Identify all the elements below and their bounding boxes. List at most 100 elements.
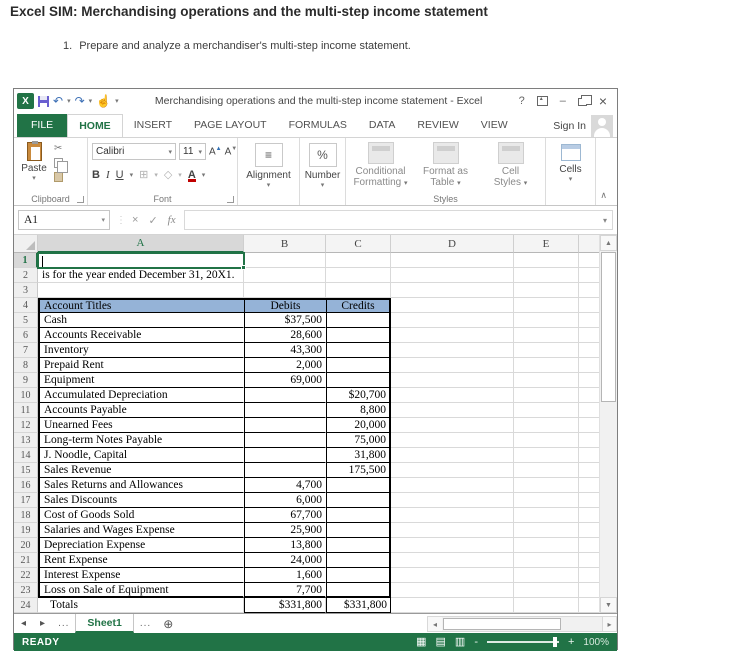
cell-D9[interactable] <box>391 373 514 388</box>
cell-B16[interactable]: 4,700 <box>244 478 326 493</box>
cell-C6[interactable] <box>326 328 391 343</box>
cell-D23[interactable] <box>391 583 514 598</box>
row-header-4[interactable]: 4 <box>14 298 38 313</box>
vertical-scrollbar[interactable]: ▲ ▼ <box>599 235 617 613</box>
save-icon[interactable] <box>38 95 49 107</box>
fill-color-dropdown-icon[interactable]: ▾ <box>178 171 182 179</box>
row-header-12[interactable]: 12 <box>14 418 38 433</box>
cell-D14[interactable] <box>391 448 514 463</box>
cell-C18[interactable] <box>326 508 391 523</box>
cell-D11[interactable] <box>391 403 514 418</box>
tab-file[interactable]: FILE <box>17 114 68 137</box>
help-icon[interactable]: ? <box>519 95 525 107</box>
row-header-22[interactable]: 22 <box>14 568 38 583</box>
cell-A15[interactable]: Sales Revenue <box>38 463 244 478</box>
cancel-icon[interactable]: × <box>132 214 138 226</box>
cell-B2[interactable] <box>244 268 326 283</box>
cell-C17[interactable] <box>326 493 391 508</box>
cell-E5[interactable] <box>514 313 579 328</box>
scroll-left-icon[interactable]: ◂ <box>428 617 442 631</box>
cell-B19[interactable]: 25,900 <box>244 523 326 538</box>
cell-B4[interactable]: Debits <box>244 298 326 313</box>
column-header-a[interactable]: A <box>38 235 244 253</box>
cell-F18[interactable] <box>579 508 601 523</box>
cell-A13[interactable]: Long-term Notes Payable <box>38 433 244 448</box>
name-box[interactable]: A1 ▾ <box>18 210 110 230</box>
cell-C19[interactable] <box>326 523 391 538</box>
cell-E17[interactable] <box>514 493 579 508</box>
redo-icon[interactable]: ↷ <box>75 95 85 107</box>
cell-B10[interactable] <box>244 388 326 403</box>
cell-A16[interactable]: Sales Returns and Allowances <box>38 478 244 493</box>
cell-A2[interactable]: is for the year ended December 31, 20X1. <box>38 268 244 283</box>
zoom-out-icon[interactable]: - <box>474 636 478 648</box>
zoom-slider-handle[interactable] <box>552 637 557 647</box>
cell-F10[interactable] <box>579 388 601 403</box>
row-header-2[interactable]: 2 <box>14 268 38 283</box>
tab-formulas[interactable]: FORMULAS <box>278 114 358 137</box>
cell-E2[interactable] <box>514 268 579 283</box>
row-header-3[interactable]: 3 <box>14 283 38 298</box>
row-header-17[interactable]: 17 <box>14 493 38 508</box>
cell-B1[interactable] <box>244 253 326 268</box>
avatar[interactable] <box>591 115 613 137</box>
cell-F17[interactable] <box>579 493 601 508</box>
cell-A11[interactable]: Accounts Payable <box>38 403 244 418</box>
column-header-f[interactable] <box>579 235 601 253</box>
enter-icon[interactable]: ✓ <box>148 214 157 227</box>
font-size-select[interactable]: 11 ▾ <box>179 143 206 160</box>
cell-A21[interactable]: Rent Expense <box>38 553 244 568</box>
column-header-b[interactable]: B <box>244 235 326 253</box>
cell-E24[interactable] <box>514 598 579 613</box>
tab-view[interactable]: VIEW <box>470 114 519 137</box>
paste-dropdown-icon[interactable]: ▾ <box>19 174 49 182</box>
cell-D16[interactable] <box>391 478 514 493</box>
cell-D5[interactable] <box>391 313 514 328</box>
cell-D19[interactable] <box>391 523 514 538</box>
cell-C20[interactable] <box>326 538 391 553</box>
redo-dropdown-icon[interactable]: ▾ <box>89 97 93 105</box>
cell-A3[interactable] <box>38 283 244 298</box>
cell-F6[interactable] <box>579 328 601 343</box>
cell-D13[interactable] <box>391 433 514 448</box>
cell-B24[interactable]: $331,800 <box>244 598 326 613</box>
select-all-corner[interactable] <box>14 235 38 253</box>
sign-in-label[interactable]: Sign In <box>553 120 586 132</box>
sheet-dots-left[interactable]: ... <box>52 618 75 629</box>
cell-A12[interactable]: Unearned Fees <box>38 418 244 433</box>
row-header-7[interactable]: 7 <box>14 343 38 358</box>
cell-C5[interactable] <box>326 313 391 328</box>
cell-D24[interactable] <box>391 598 514 613</box>
undo-icon[interactable]: ↶ <box>53 95 63 107</box>
row-header-13[interactable]: 13 <box>14 433 38 448</box>
percent-icon[interactable]: % <box>308 143 337 167</box>
tab-review[interactable]: REVIEW <box>406 114 469 137</box>
row-header-18[interactable]: 18 <box>14 508 38 523</box>
row-header-1[interactable]: 1 <box>14 253 38 268</box>
page-break-view-icon[interactable]: ▥ <box>455 636 465 648</box>
cell-E1[interactable] <box>514 253 579 268</box>
number-label[interactable]: Number <box>300 170 345 181</box>
cell-B23[interactable]: 7,700 <box>244 583 326 598</box>
tab-data[interactable]: DATA <box>358 114 406 137</box>
italic-button[interactable]: I <box>106 169 110 181</box>
row-header-6[interactable]: 6 <box>14 328 38 343</box>
cell-B3[interactable] <box>244 283 326 298</box>
cell-E7[interactable] <box>514 343 579 358</box>
cell-D21[interactable] <box>391 553 514 568</box>
cell-C13[interactable]: 75,000 <box>326 433 391 448</box>
cell-A18[interactable]: Cost of Goods Sold <box>38 508 244 523</box>
cell-E21[interactable] <box>514 553 579 568</box>
zoom-percentage[interactable]: 100% <box>583 637 609 648</box>
cell-B21[interactable]: 24,000 <box>244 553 326 568</box>
row-header-14[interactable]: 14 <box>14 448 38 463</box>
sheet-tab-sheet1[interactable]: Sheet1 <box>75 614 134 633</box>
column-header-c[interactable]: C <box>326 235 391 253</box>
row-header-8[interactable]: 8 <box>14 358 38 373</box>
cell-B9[interactable]: 69,000 <box>244 373 326 388</box>
cut-icon[interactable]: ✂ <box>54 144 63 154</box>
row-header-16[interactable]: 16 <box>14 478 38 493</box>
cell-E15[interactable] <box>514 463 579 478</box>
cell-C3[interactable] <box>326 283 391 298</box>
formula-bar-expand-icon[interactable]: ▾ <box>603 216 612 225</box>
